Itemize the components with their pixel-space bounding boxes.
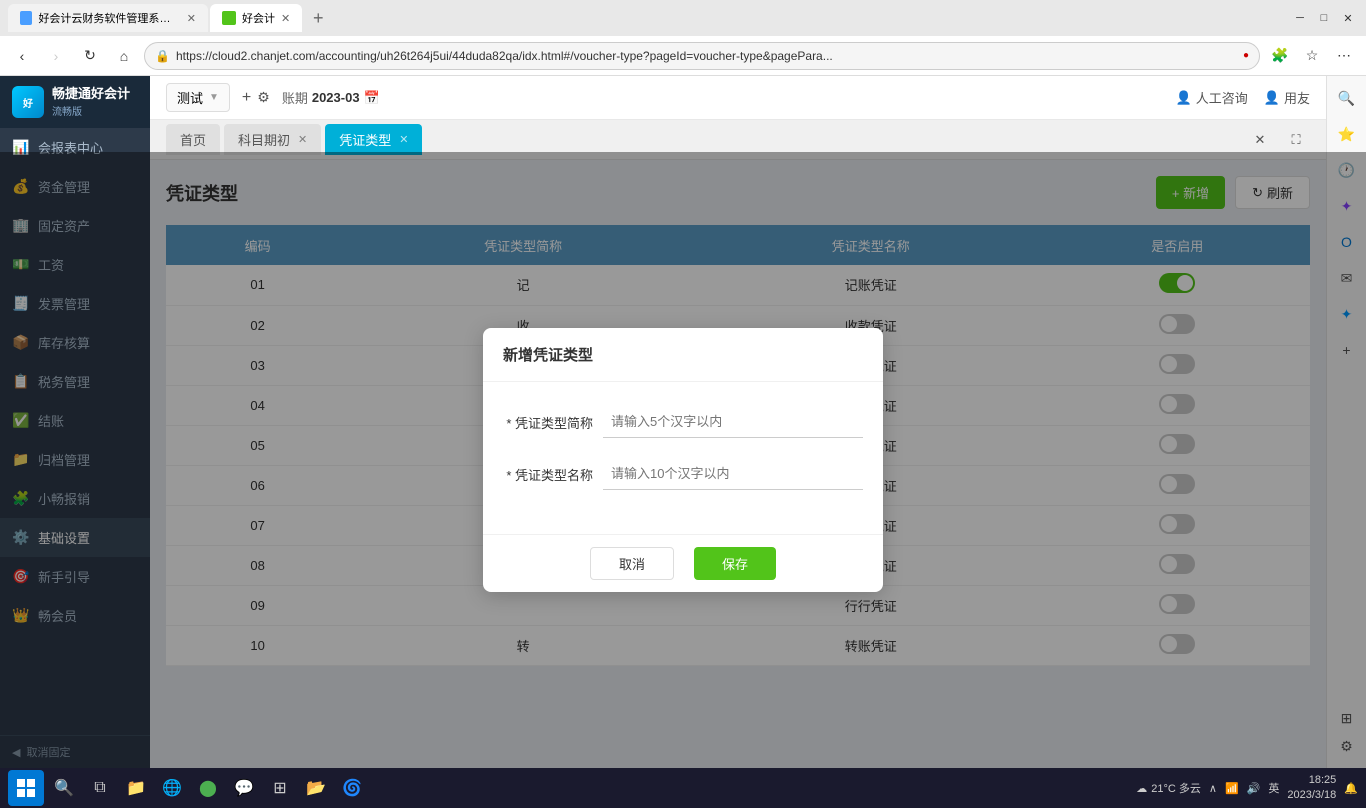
sidebar-logo: 好 畅捷通好会计 流畅版 — [0, 76, 150, 128]
save-button[interactable]: 保存 — [694, 547, 776, 580]
settings-menu-button[interactable]: ⋯ — [1330, 42, 1358, 70]
settings-icon[interactable]: ⚙ — [257, 89, 270, 106]
top-bar: 测试 ▼ + ⚙ 账期 2023-03 📅 👤 人工咨询 👤 用友 — [150, 76, 1326, 120]
period-calendar-icon[interactable]: 📅 — [364, 90, 380, 106]
period-value: 2023-03 — [312, 90, 360, 105]
rp-search-button[interactable]: 🔍 — [1333, 84, 1361, 112]
tab-strip-actions: ✕ ⛶ — [1246, 126, 1310, 154]
taskbar-multitask[interactable]: ⧉ — [84, 772, 116, 804]
back-button[interactable]: ‹ — [8, 42, 36, 70]
tab-voucher-label: 凭证类型 — [339, 130, 391, 149]
taskbar-wechat[interactable]: 💬 — [228, 772, 260, 804]
help-label: 人工咨询 — [1196, 88, 1248, 107]
taskbar-search[interactable]: 🔍 — [48, 772, 80, 804]
modal-header: 新增凭证类型 — [483, 328, 883, 382]
cancel-button[interactable]: 取消 — [590, 547, 674, 580]
company-selector[interactable]: 测试 ▼ — [166, 83, 230, 112]
taskbar-edge[interactable]: 🌐 — [156, 772, 188, 804]
tab-subject-label: 科目期初 — [238, 130, 290, 149]
maximize-button[interactable]: □ — [1314, 8, 1334, 28]
period-label: 账期 — [282, 88, 308, 107]
weather-info: ☁ 21°C 多云 — [1136, 780, 1201, 796]
browser-tab-2[interactable]: 好会计 ✕ — [210, 4, 302, 32]
date-value: 2023/3/18 — [1287, 788, 1336, 803]
help-icon: 👤 — [1176, 90, 1192, 106]
taskbar-chrome[interactable]: ⬤ — [192, 772, 224, 804]
lang-indicator: 英 — [1268, 780, 1279, 796]
browser-chrome: 好会计云财务软件管理系统_会计 ✕ 好会计 ✕ + ─ □ ✕ ‹ › ↻ ⌂ … — [0, 0, 1366, 76]
name-label: * 凭证类型名称 — [503, 465, 593, 484]
user-name: 用友 — [1284, 88, 1310, 107]
name-input[interactable] — [603, 458, 863, 490]
weather-icon: ☁ — [1136, 782, 1147, 795]
company-dropdown-icon: ▼ — [209, 92, 219, 103]
modal-title: 新增凭证类型 — [503, 347, 593, 364]
tab-title-2: 好会计 — [242, 10, 275, 26]
forward-button[interactable]: › — [42, 42, 70, 70]
tab-voucher-type[interactable]: 凭证类型 ✕ — [325, 124, 422, 155]
taskbar-up-arrow[interactable]: ∧ — [1209, 782, 1217, 795]
short-label: * 凭证类型简称 — [503, 413, 593, 432]
tab-subject[interactable]: 科目期初 ✕ — [224, 124, 321, 155]
extensions-button[interactable]: 🧩 — [1266, 42, 1294, 70]
new-tab-button[interactable]: + — [304, 4, 332, 32]
network-icon: 📶 — [1225, 782, 1239, 795]
favorites-button[interactable]: ☆ — [1298, 42, 1326, 70]
taskbar: 🔍 ⧉ 📁 🌐 ⬤ 💬 ⊞ 📂 🌀 ☁ 21°C 多云 ∧ 📶 🔊 英 18:2… — [0, 768, 1366, 808]
tab-home-label: 首页 — [180, 130, 206, 149]
weather-temp: 21°C 多云 — [1151, 780, 1201, 796]
rp-star-button[interactable]: ⭐ — [1333, 120, 1361, 148]
tab-title-1: 好会计云财务软件管理系统_会计 — [38, 10, 180, 26]
modal-body: * 凭证类型简称 * 凭证类型名称 — [483, 382, 883, 534]
taskbar-right: ☁ 21°C 多云 ∧ 📶 🔊 英 18:25 2023/3/18 🔔 — [1136, 773, 1358, 804]
taskbar-apps[interactable]: ⊞ — [264, 772, 296, 804]
volume-icon: 🔊 — [1247, 782, 1261, 795]
modal-overlay: 新增凭证类型 * 凭证类型简称 * 凭证类型名称 取消 保存 — [0, 152, 1366, 768]
top-bar-actions: 👤 人工咨询 👤 用友 — [1176, 88, 1310, 107]
reload-button[interactable]: ↻ — [76, 42, 104, 70]
short-input[interactable] — [603, 406, 863, 438]
app-container: 好 畅捷通好会计 流畅版 📊 会报表中心 💰 资金管理 🏢 固定资产 💵 工资 — [0, 76, 1366, 768]
taskbar-msedge[interactable]: 🌀 — [336, 772, 368, 804]
url-bar[interactable]: 🔒 https://cloud2.chanjet.com/accounting/… — [144, 42, 1260, 70]
tab-bar: 好会计云财务软件管理系统_会计 ✕ 好会计 ✕ + ─ □ ✕ — [0, 0, 1366, 36]
tab-expand-button[interactable]: ⛶ — [1282, 126, 1310, 154]
browser-tab-1[interactable]: 好会计云财务软件管理系统_会计 ✕ — [8, 4, 208, 32]
time-value: 18:25 — [1287, 773, 1336, 788]
tab-close-2[interactable]: ✕ — [281, 12, 290, 25]
help-button[interactable]: 👤 人工咨询 — [1176, 88, 1248, 107]
form-row-short: * 凭证类型简称 — [503, 406, 863, 438]
modal-footer: 取消 保存 — [483, 534, 883, 592]
logo-text: 畅捷通好会计 — [52, 86, 130, 103]
new-voucher-type-modal: 新增凭证类型 * 凭证类型简称 * 凭证类型名称 取消 保存 — [483, 328, 883, 592]
time-display[interactable]: 18:25 2023/3/18 — [1287, 773, 1336, 804]
tab-minimize-button[interactable]: ✕ — [1246, 126, 1274, 154]
taskbar-files[interactable]: 📂 — [300, 772, 332, 804]
notification-icon[interactable]: 🔔 — [1344, 782, 1358, 795]
address-bar: ‹ › ↻ ⌂ 🔒 https://cloud2.chanjet.com/acc… — [0, 36, 1366, 76]
taskbar-explorer[interactable]: 📁 — [120, 772, 152, 804]
logo-icon: 好 — [12, 86, 44, 118]
browser-actions: 🧩 ☆ ⋯ — [1266, 42, 1358, 70]
tab-home[interactable]: 首页 — [166, 124, 220, 155]
user-avatar: 👤 — [1264, 90, 1280, 106]
tab-subject-close[interactable]: ✕ — [298, 133, 307, 146]
home-button[interactable]: ⌂ — [110, 42, 138, 70]
company-name: 测试 — [177, 88, 203, 107]
add-company-button[interactable]: + — [242, 89, 251, 107]
start-button[interactable] — [8, 770, 44, 806]
tab-close-1[interactable]: ✕ — [187, 12, 196, 25]
form-row-name: * 凭证类型名称 — [503, 458, 863, 490]
tab-favicon-1 — [20, 11, 32, 25]
close-button[interactable]: ✕ — [1338, 8, 1358, 28]
minimize-button[interactable]: ─ — [1290, 8, 1310, 28]
logo-sub: 流畅版 — [52, 103, 130, 118]
user-button[interactable]: 👤 用友 — [1264, 88, 1310, 107]
tab-favicon-2 — [222, 11, 236, 25]
url-text: https://cloud2.chanjet.com/accounting/uh… — [176, 49, 1239, 63]
tab-voucher-close[interactable]: ✕ — [399, 133, 408, 146]
window-controls: ─ □ ✕ — [1290, 8, 1358, 28]
